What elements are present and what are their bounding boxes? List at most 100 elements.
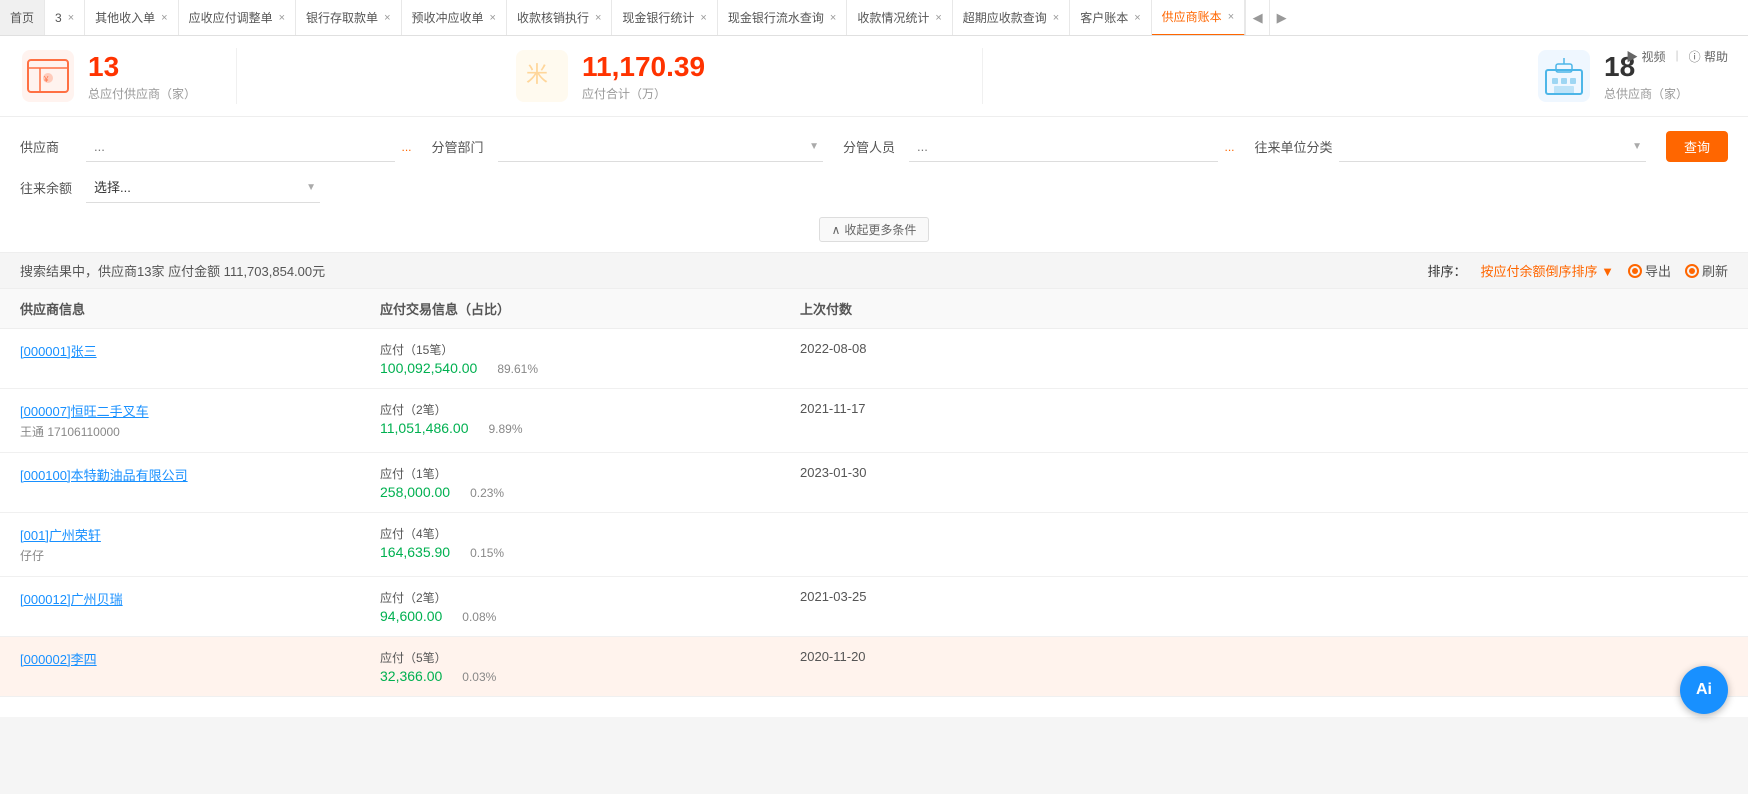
stat-ap-amount-text: 11,170.39 应付合计（万） [582, 50, 705, 103]
result-bar: 搜索结果中，供应商13家 应付金额 111,703,854.00元 排序： 按应… [0, 253, 1748, 289]
collapse-row: ∧ 收起更多条件 [20, 213, 1728, 242]
svg-text:¥: ¥ [43, 75, 49, 84]
nav-tab-payment-verify[interactable]: 收款核销执行 × [507, 0, 612, 36]
filter-supplier: 供应商 ... [20, 132, 412, 162]
nav-tab-customer-book[interactable]: 客户账本 × [1070, 0, 1151, 36]
table-row: [001]广州荣轩 仔仔 应付（4笔） 164,635.90 0.15% [0, 513, 1748, 577]
nav-tab-cash-bank-stat-close[interactable]: × [700, 12, 706, 24]
nav-tab-supplier-book[interactable]: 供应商账本 × [1152, 0, 1245, 36]
collapse-button[interactable]: ∧ 收起更多条件 [819, 217, 930, 242]
transaction-row: 32,366.00 0.03% [380, 668, 800, 684]
table-row: [000100]本特勤油品有限公司 应付（1笔） 258,000.00 0.23… [0, 453, 1748, 513]
supplier-link[interactable]: [000002]李四 [20, 652, 97, 667]
search-button[interactable]: 查询 [1666, 131, 1728, 162]
supplier-info-cell: [001]广州荣轩 仔仔 [20, 525, 380, 564]
help-link[interactable]: ⓘ 帮助 [1689, 48, 1728, 65]
stat-ap-amount-label: 应付合计（万） [582, 85, 705, 102]
nav-tab-customer-book-label: 客户账本 [1080, 9, 1128, 26]
nav-tab-customer-book-close[interactable]: × [1134, 12, 1140, 24]
supplier-ellipsis[interactable]: ... [401, 140, 411, 154]
transaction-label: 应付（2笔） [380, 401, 800, 418]
last-pay-date: 2021-03-25 [800, 589, 867, 604]
nav-tab-cash-bank-stat[interactable]: 现金银行统计 × [612, 0, 717, 36]
nav-tab-home[interactable]: 首页 [0, 0, 45, 36]
table-header-lastpay: 上次付数 [800, 299, 1728, 318]
stat-ap-suppliers-label: 总应付供应商（家） [88, 85, 196, 102]
transaction-amount[interactable]: 100,092,540.00 [380, 360, 477, 376]
transaction-row: 94,600.00 0.08% [380, 608, 800, 624]
video-link[interactable]: ▶ 视频 [1626, 48, 1665, 65]
transaction-amount[interactable]: 32,366.00 [380, 668, 442, 684]
transaction-amount[interactable]: 94,600.00 [380, 608, 442, 624]
ai-button[interactable]: Ai [1680, 666, 1728, 714]
nav-tab-other-income-close[interactable]: × [161, 12, 167, 24]
lastpay-cell: 2020-11-20 [800, 649, 1728, 664]
transaction-info: 应付（2笔） 11,051,486.00 9.89% [380, 401, 800, 436]
transaction-percent: 9.89% [489, 422, 523, 436]
nav-tab-3[interactable]: 3 × [45, 0, 85, 36]
balance-select[interactable]: 选择... [86, 172, 320, 202]
transaction-cell: 应付（15笔） 100,092,540.00 89.61% [380, 341, 800, 376]
last-pay-date: 2022-08-08 [800, 341, 867, 356]
supplier-link[interactable]: [000001]张三 [20, 344, 97, 359]
dept-select[interactable] [498, 131, 824, 161]
nav-tab-overdue-ar-close[interactable]: × [1053, 12, 1059, 24]
lastpay-cell: 2021-03-25 [800, 589, 1728, 604]
nav-arrow-left[interactable]: ◀ [1245, 0, 1269, 36]
nav-tab-supplier-book-close[interactable]: × [1228, 11, 1234, 23]
nav-arrow-right[interactable]: ▶ [1269, 0, 1293, 36]
supplier-link[interactable]: [001]广州荣轩 [20, 528, 101, 543]
result-sort-value: 按应付余额倒序排序 [1480, 264, 1597, 279]
nav-tab-ar-ap-adjust[interactable]: 应收应付调整单 × [179, 0, 296, 36]
nav-tab-cash-bank-flow-close[interactable]: × [830, 12, 836, 24]
supplier-link[interactable]: [000100]本特勤油品有限公司 [20, 468, 188, 483]
dept-select-wrapper: ▼ [498, 131, 824, 162]
nav-tab-payment-stat-close[interactable]: × [935, 12, 941, 24]
nav-tab-prepay-ar[interactable]: 预收冲应收单 × [402, 0, 507, 36]
result-sort-label: 排序： [1427, 261, 1466, 280]
nav-tab-prepay-ar-close[interactable]: × [490, 12, 496, 24]
filter-area: 供应商 ... 分管部门 ▼ 分管人员 ... 往来单位分类 [0, 117, 1748, 253]
nav-tab-other-income[interactable]: 其他收入单 × [85, 0, 178, 36]
refresh-label: 刷新 [1702, 261, 1728, 280]
filter-balance-label: 往来余额 [20, 178, 80, 197]
category-select[interactable] [1339, 131, 1646, 161]
filter-dept: 分管部门 ▼ [432, 131, 824, 162]
nav-tab-payment-stat-label: 收款情况统计 [857, 9, 929, 26]
refresh-button[interactable]: 刷新 [1685, 261, 1728, 280]
transaction-percent: 0.15% [470, 546, 504, 560]
filter-balance: 往来余额 选择... ▼ [20, 172, 320, 203]
nav-tab-payment-verify-close[interactable]: × [595, 12, 601, 24]
transaction-label: 应付（15笔） [380, 341, 800, 358]
supplier-link[interactable]: [000007]恒旺二手叉车 [20, 404, 149, 419]
nav-tab-3-label: 3 [55, 11, 62, 25]
supplier-link[interactable]: [000012]广州贝瑞 [20, 592, 123, 607]
person-ellipsis[interactable]: ... [1224, 140, 1234, 154]
collapse-label: 收起更多条件 [844, 221, 916, 238]
result-sort-select[interactable]: 按应付余额倒序排序 ▼ [1480, 261, 1614, 280]
transaction-row: 11,051,486.00 9.89% [380, 420, 800, 436]
transaction-amount[interactable]: 11,051,486.00 [380, 420, 469, 436]
export-button[interactable]: 导出 [1628, 261, 1671, 280]
nav-tab-overdue-ar[interactable]: 超期应收款查询 × [953, 0, 1070, 36]
nav-tab-ar-ap-adjust-close[interactable]: × [279, 12, 285, 24]
table-row: [000002]李四 应付（5笔） 32,366.00 0.03% 2020-1… [0, 637, 1748, 697]
transaction-info: 应付（15笔） 100,092,540.00 89.61% [380, 341, 800, 376]
transaction-label: 应付（2笔） [380, 589, 800, 606]
transaction-amount[interactable]: 164,635.90 [380, 544, 450, 560]
last-pay-date: 2020-11-20 [800, 649, 866, 664]
filter-person: 分管人员 ... [843, 132, 1235, 162]
transaction-row: 100,092,540.00 89.61% [380, 360, 800, 376]
nav-tab-payment-stat[interactable]: 收款情况统计 × [847, 0, 952, 36]
nav-tab-payment-verify-label: 收款核销执行 [517, 9, 589, 26]
person-input[interactable] [909, 132, 1218, 162]
nav-tab-cash-bank-flow[interactable]: 现金银行流水查询 × [718, 0, 847, 36]
transaction-amount[interactable]: 258,000.00 [380, 484, 450, 500]
supplier-info-cell: [000007]恒旺二手叉车 王通 17106110000 [20, 401, 380, 440]
nav-tab-bank-deposit-close[interactable]: × [384, 12, 390, 24]
nav-tab-bank-deposit[interactable]: 银行存取款单 × [296, 0, 401, 36]
supplier-info-cell: [000002]李四 [20, 649, 380, 668]
supplier-input[interactable] [86, 132, 395, 162]
supplier-info-cell: [000001]张三 [20, 341, 380, 360]
nav-tab-3-close[interactable]: × [68, 12, 74, 24]
